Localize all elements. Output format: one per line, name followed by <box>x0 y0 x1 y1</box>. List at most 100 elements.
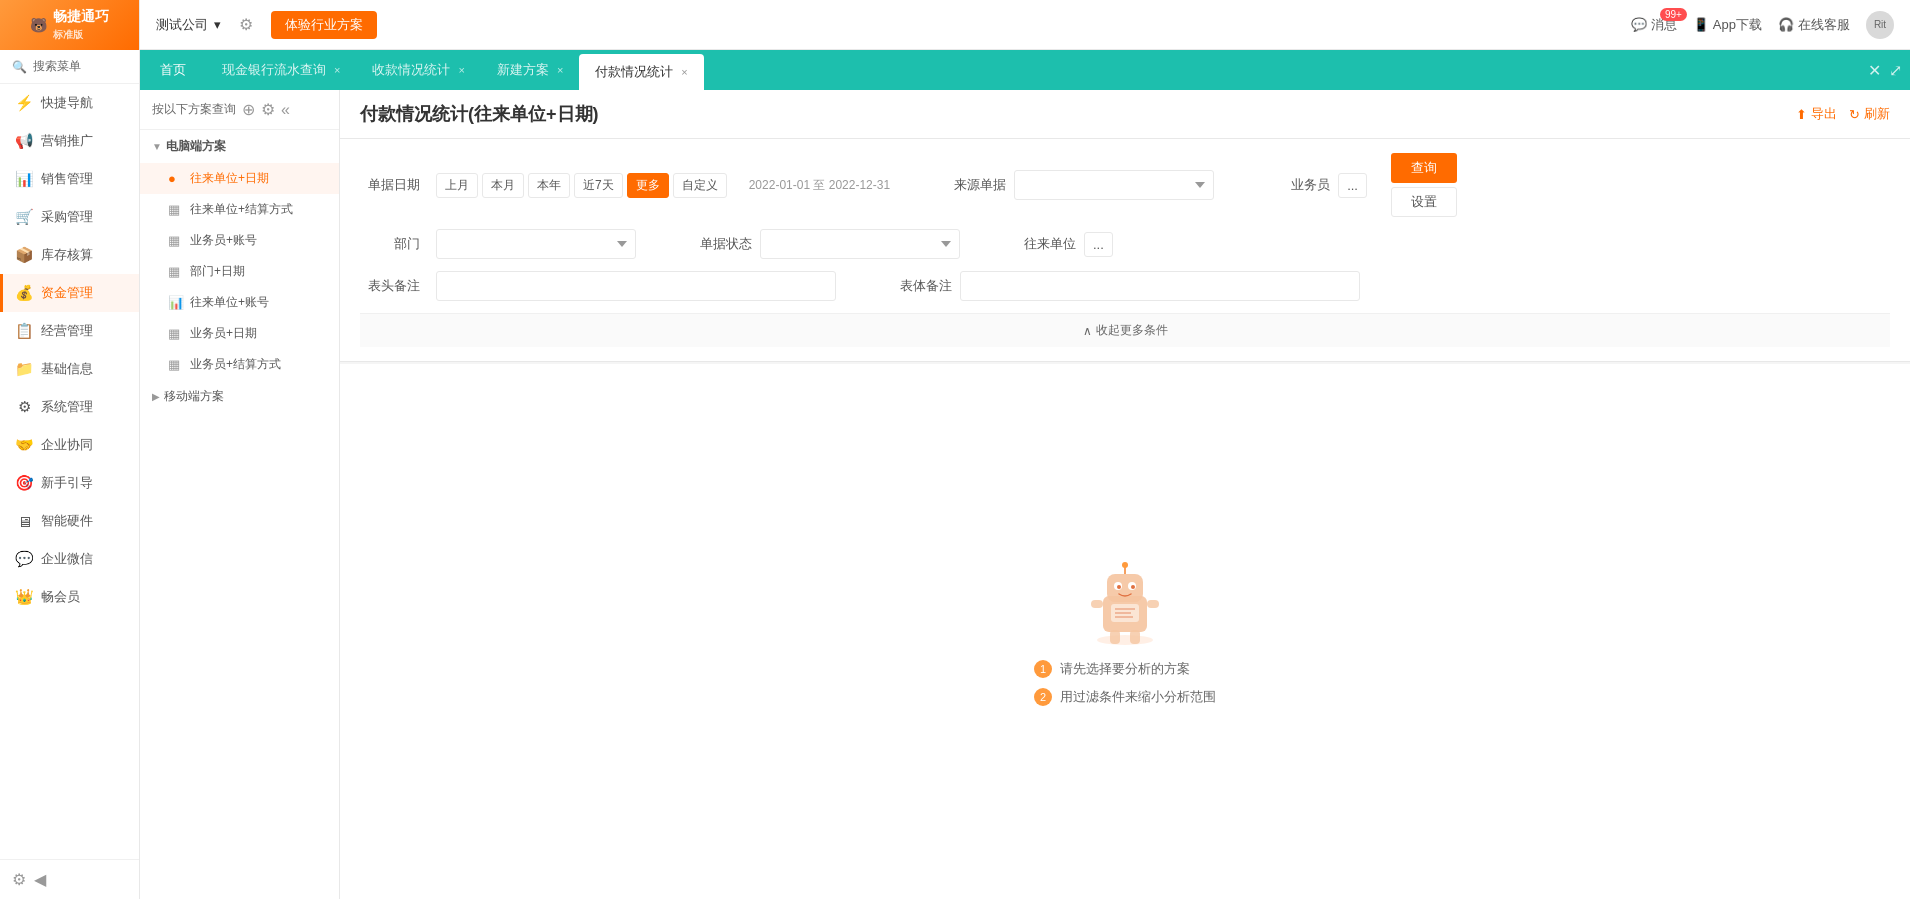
tab-payment-stats[interactable]: 付款情况统计 × <box>579 54 703 90</box>
filter-row-3: 表头备注 表体备注 <box>360 271 1890 301</box>
date-btn-this-year[interactable]: 本年 <box>528 173 570 198</box>
online-service-btn[interactable]: 🎧 在线客服 <box>1778 16 1850 34</box>
tab-payment-stats-close[interactable]: × <box>681 66 687 78</box>
tab-new-scheme[interactable]: 新建方案 × <box>481 50 579 90</box>
sidebar-label-operations: 经营管理 <box>41 322 93 340</box>
sidebar-item-enterprise[interactable]: 🤝 企业协同 <box>0 426 139 464</box>
topbar-right: 💬 消息 99+ 📱 App下载 🎧 在线客服 Rit <box>1631 11 1894 39</box>
date-btn-last-month[interactable]: 上月 <box>436 173 478 198</box>
hint-1-number: 1 <box>1034 660 1052 678</box>
date-btn-last-7-days[interactable]: 近7天 <box>574 173 623 198</box>
sidebar-item-quick-nav[interactable]: ⚡ 快捷导航 <box>0 84 139 122</box>
tab-home[interactable]: 首页 <box>140 50 206 90</box>
sidebar-item-basic-info[interactable]: 📁 基础信息 <box>0 350 139 388</box>
scheme-chart-icon: 📊 <box>168 295 184 310</box>
sidebar-label-basic-info: 基础信息 <box>41 360 93 378</box>
scheme-active-icon: ● <box>168 171 184 186</box>
trial-btn[interactable]: 体验行业方案 <box>271 11 377 39</box>
app-version: 标准版 <box>53 28 109 42</box>
user-avatar[interactable]: Rit <box>1866 11 1894 39</box>
date-btn-this-month[interactable]: 本月 <box>482 173 524 198</box>
body-note-input[interactable] <box>960 271 1360 301</box>
tabbar: 首页 现金银行流水查询 × 收款情况统计 × 新建方案 × 付款情况统计 × ✕… <box>140 50 1910 90</box>
counterpart-select-btn[interactable]: ... <box>1084 232 1113 257</box>
tab-collection-stats-close[interactable]: × <box>458 64 464 76</box>
export-btn[interactable]: ⬆ 导出 <box>1796 105 1837 123</box>
sidebar-item-marketing[interactable]: 📢 营销推广 <box>0 122 139 160</box>
tab-close-all-btn[interactable]: ✕ <box>1868 61 1881 80</box>
tab-bank-flow-close[interactable]: × <box>334 64 340 76</box>
inventory-icon: 📦 <box>15 246 33 264</box>
source-select[interactable] <box>1014 170 1214 200</box>
company-selector[interactable]: 测试公司 ▾ <box>156 16 221 34</box>
mobile-group[interactable]: ▶ 移动端方案 <box>140 380 339 413</box>
sidebar-item-sales[interactable]: 📊 销售管理 <box>0 160 139 198</box>
sidebar-item-hardware[interactable]: 🖥 智能硬件 <box>0 502 139 540</box>
scheme-add-btn[interactable]: ⊕ <box>242 100 255 119</box>
tab-expand-btn[interactable]: ⤢ <box>1889 61 1902 80</box>
online-service-label: 在线客服 <box>1798 16 1850 34</box>
empty-hint-2: 2 用过滤条件来缩小分析范围 <box>1034 688 1216 706</box>
scheme-item-salesman-date[interactable]: ▦ 业务员+日期 <box>140 318 339 349</box>
sidebar-item-purchase[interactable]: 🛒 采购管理 <box>0 198 139 236</box>
tab-payment-stats-label: 付款情况统计 <box>595 63 673 81</box>
scheme-item-unit-account[interactable]: 📊 往来单位+账号 <box>140 287 339 318</box>
scheme-item-unit-settlement[interactable]: ▦ 往来单位+结算方式 <box>140 194 339 225</box>
message-btn[interactable]: 💬 消息 99+ <box>1631 16 1677 34</box>
message-icon: 💬 <box>1631 17 1647 32</box>
dept-select[interactable] <box>436 229 636 259</box>
date-btn-custom[interactable]: 自定义 <box>673 173 727 198</box>
sidebar-label-wechat: 企业微信 <box>41 550 93 568</box>
salesman-select-btn[interactable]: ... <box>1338 173 1367 198</box>
header-note-input[interactable] <box>436 271 836 301</box>
header-note-label: 表头备注 <box>360 277 420 295</box>
search-menu[interactable]: 🔍 搜索菜单 <box>0 50 139 84</box>
tab-bank-flow-label: 现金银行流水查询 <box>222 61 326 79</box>
bottom-collapse-btn[interactable]: ◀ <box>34 870 46 889</box>
scheme-item-unit-date[interactable]: ● 往来单位+日期 <box>140 163 339 194</box>
logo-icon: 🐻 <box>30 17 47 33</box>
sidebar-item-finance[interactable]: 💰 资金管理 <box>0 274 139 312</box>
sidebar-item-system[interactable]: ⚙ 系统管理 <box>0 388 139 426</box>
source-label: 来源单据 <box>946 176 1006 194</box>
tab-collection-stats[interactable]: 收款情况统计 × <box>356 50 480 90</box>
scheme-item-salesman-settlement[interactable]: ▦ 业务员+结算方式 <box>140 349 339 380</box>
app-download-label: App下载 <box>1713 16 1762 34</box>
collapse-bar[interactable]: ∧ 收起更多条件 <box>360 313 1890 347</box>
sidebar-item-member[interactable]: 👑 畅会员 <box>0 578 139 616</box>
refresh-btn[interactable]: ↻ 刷新 <box>1849 105 1890 123</box>
topbar-settings-btn[interactable]: ⚙ <box>239 15 253 34</box>
scheme-settings-btn[interactable]: ⚙ <box>261 100 275 119</box>
filter-row-2: 部门 单据状态 往来单位 ... <box>360 229 1890 259</box>
pc-group-title[interactable]: ▼ 电脑端方案 <box>140 130 339 163</box>
tab-new-scheme-close[interactable]: × <box>557 64 563 76</box>
scheme-item-salesman-account[interactable]: ▦ 业务员+账号 <box>140 225 339 256</box>
svg-rect-10 <box>1147 600 1159 608</box>
company-name: 测试公司 <box>156 16 208 34</box>
page-title: 付款情况统计(往来单位+日期) <box>360 102 599 126</box>
scheme-item-unit-date-label: 往来单位+日期 <box>190 170 269 187</box>
query-btn[interactable]: 查询 <box>1391 153 1457 183</box>
doc-status-label: 单据状态 <box>692 235 752 253</box>
robot-illustration <box>1075 558 1175 648</box>
scheme-table-icon4: ▦ <box>168 326 184 341</box>
operations-icon: 📋 <box>15 322 33 340</box>
date-btn-more[interactable]: 更多 <box>627 173 669 198</box>
bottom-settings-btn[interactable]: ⚙ <box>12 870 26 889</box>
tab-bank-flow[interactable]: 现金银行流水查询 × <box>206 50 356 90</box>
avatar-text: Rit <box>1874 19 1886 30</box>
scheme-collapse-btn[interactable]: « <box>281 101 290 119</box>
main-area: 测试公司 ▾ ⚙ 体验行业方案 💬 消息 99+ 📱 App下载 🎧 在线客服 … <box>140 0 1910 899</box>
sidebar-item-operations[interactable]: 📋 经营管理 <box>0 312 139 350</box>
message-badge: 99+ <box>1660 8 1687 21</box>
mobile-group-arrow: ▶ <box>152 391 160 402</box>
app-download-btn[interactable]: 📱 App下载 <box>1693 16 1762 34</box>
sidebar-item-guide[interactable]: 🎯 新手引导 <box>0 464 139 502</box>
scheme-item-dept-date[interactable]: ▦ 部门+日期 <box>140 256 339 287</box>
sidebar-item-wechat[interactable]: 💬 企业微信 <box>0 540 139 578</box>
scheme-panel: 按以下方案查询 ⊕ ⚙ « ▼ 电脑端方案 ● 往来单位+日期 ▦ 往来单位+结… <box>140 90 340 899</box>
settings-btn[interactable]: 设置 <box>1391 187 1457 217</box>
scheme-item-salesman-settlement-label: 业务员+结算方式 <box>190 356 281 373</box>
doc-status-select[interactable] <box>760 229 960 259</box>
sidebar-item-inventory[interactable]: 📦 库存核算 <box>0 236 139 274</box>
